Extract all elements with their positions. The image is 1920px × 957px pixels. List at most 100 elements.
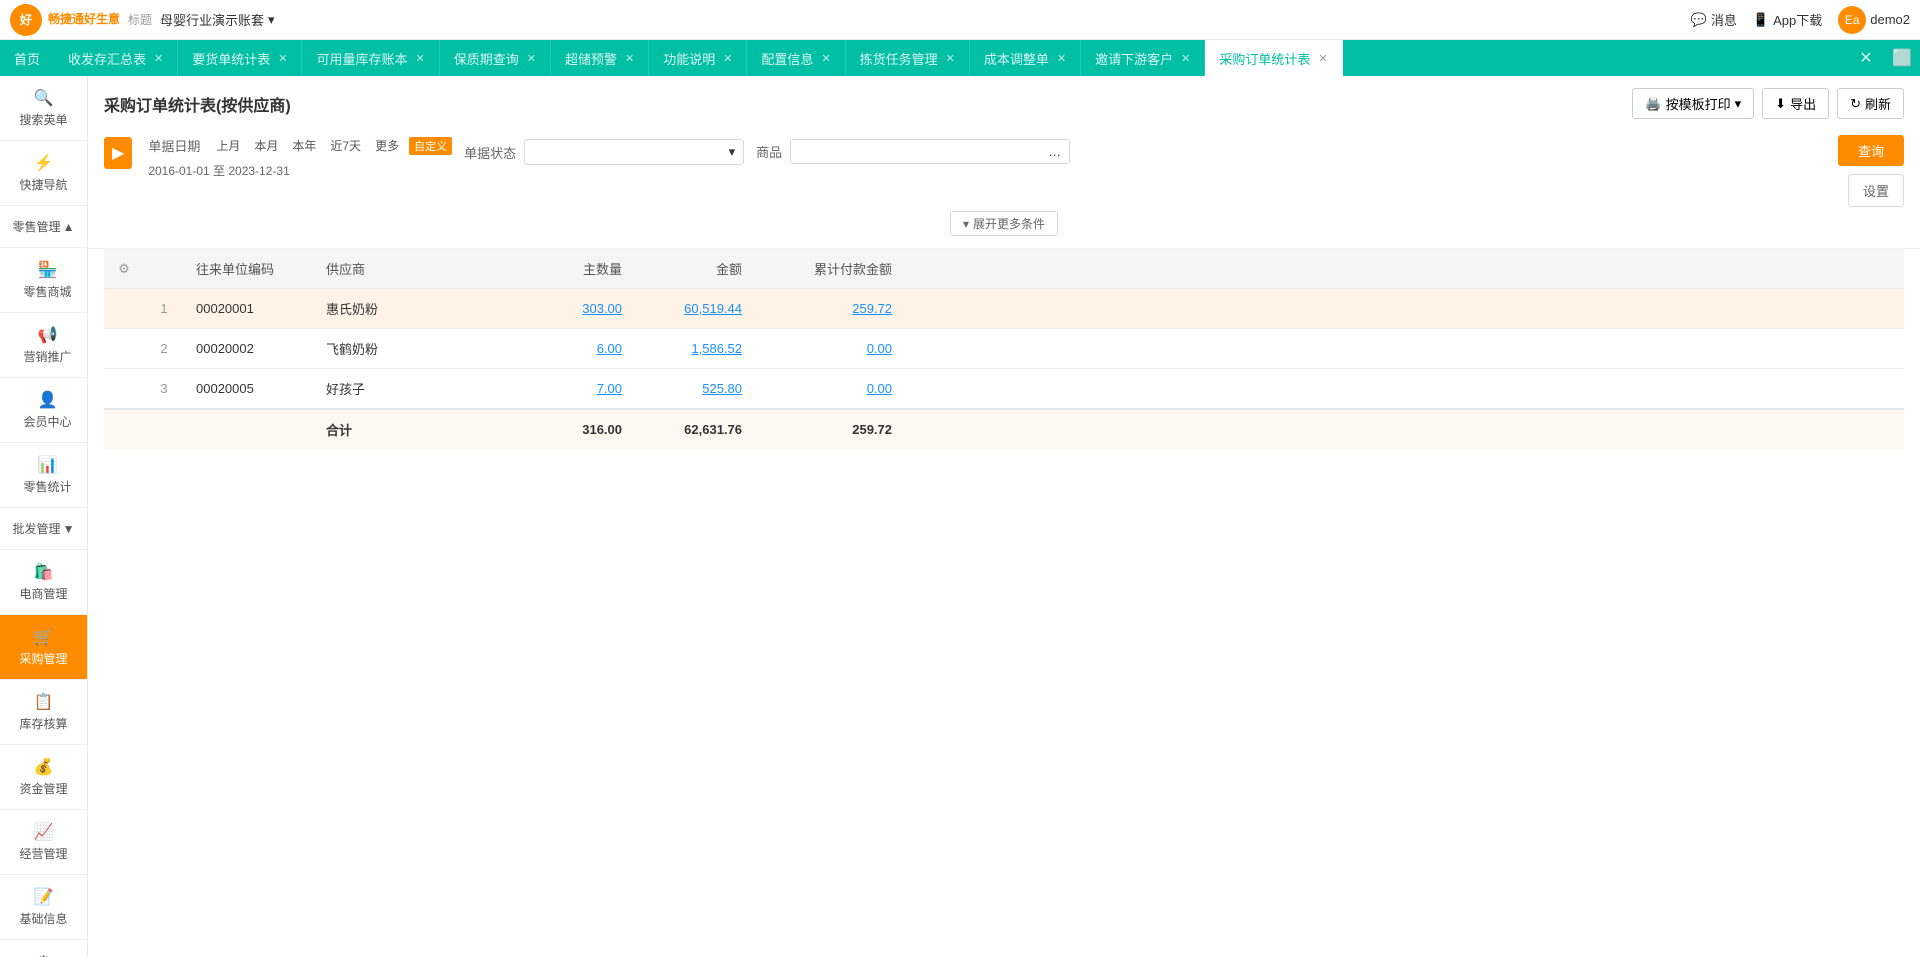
tab-purchase-summary[interactable]: 要货单统计表 ✕ (178, 40, 302, 76)
sidebar-item-member[interactable]: 👤 会员中心 (0, 378, 87, 443)
tab-receive-summary[interactable]: 收发存汇总表 ✕ (54, 40, 178, 76)
sidebar-item-marketing[interactable]: 📢 营销推广 (0, 313, 87, 378)
date-filter-label: 单据日期 (148, 136, 200, 155)
app-download-button[interactable]: 📱 App下载 (1753, 10, 1822, 29)
column-settings-icon[interactable]: ⚙ (118, 261, 130, 276)
expand-conditions-button[interactable]: ▾ 展开更多条件 (950, 211, 1058, 236)
tab-purchase-order-summary[interactable]: 采购订单统计表 ✕ (1205, 40, 1342, 76)
status-select[interactable]: ▾ (524, 139, 744, 165)
ecommerce-icon: 🛍️ (34, 562, 54, 582)
shortcut-this-year[interactable]: 本年 (288, 135, 320, 156)
date-range-value: 2016-01-01 至 2023-12-31 (148, 162, 289, 179)
message-icon: 💬 (1691, 12, 1707, 28)
settings-button[interactable]: 设置 (1848, 174, 1904, 207)
shortcut-this-month[interactable]: 本月 (250, 135, 282, 156)
tab-close-receive-summary[interactable]: ✕ (154, 52, 163, 65)
row2-supplier: 飞鹤奶粉 (314, 329, 514, 369)
top-bar: 好 畅捷通好生意 标题 母婴行业演示账套 ▾ 💬 消息 📱 App下载 Ea d… (0, 0, 1920, 40)
shortcut-7days[interactable]: 近7天 (326, 135, 365, 156)
row3-paid[interactable]: 0.00 (754, 369, 904, 410)
row2-paid[interactable]: 0.00 (754, 329, 904, 369)
footer-total-label: 合计 (314, 409, 514, 449)
workspace-selector[interactable]: 母婴行业演示账套 ▾ (160, 10, 275, 29)
row1-amount[interactable]: 60,519.44 (634, 289, 754, 329)
tab-config-info[interactable]: 配置信息 ✕ (747, 40, 845, 76)
row3-index: 3 (144, 369, 184, 410)
top-bar-left: 好 畅捷通好生意 标题 母婴行业演示账套 ▾ (10, 4, 275, 36)
sidebar-item-retail-mall[interactable]: 🏪 零售商城 (0, 248, 87, 313)
custom-date-tag: 自定义 (409, 137, 452, 155)
sidebar-item-inventory[interactable]: 📋 库存核算 (0, 680, 87, 745)
sidebar-item-quick-nav[interactable]: ⚡ 快捷导航 (0, 141, 87, 206)
sidebar-item-wholesale[interactable]: 批发管理 ▼ (0, 508, 87, 550)
export-button[interactable]: ⬇ 导出 (1762, 88, 1829, 119)
sidebar-item-retail[interactable]: 零售管理 ▲ (0, 206, 87, 248)
filter-actions: 查询 设置 (1818, 135, 1904, 207)
tab-expiry-query[interactable]: 保质期查询 ✕ (440, 40, 551, 76)
row2-amount[interactable]: 1,586.52 (634, 329, 754, 369)
main-layout: 🔍 搜索英单 ⚡ 快捷导航 零售管理 ▲ 🏪 零售商城 📢 营销推广 👤 会员中… (0, 76, 1920, 957)
data-table: ⚙ 往来单位编码 供应商 主数量 金额 累计付款金额 1 (104, 249, 1904, 449)
tab-available-stock[interactable]: 可用量库存账本 ✕ (302, 40, 439, 76)
tab-overstock-warning[interactable]: 超储预警 ✕ (551, 40, 649, 76)
tab-close-config-info[interactable]: ✕ (821, 52, 830, 65)
sidebar-item-system[interactable]: ⚙ 系统管理 (0, 940, 87, 957)
footer-label (184, 409, 314, 449)
marketing-icon: 📢 (38, 325, 58, 345)
tab-close-purchase-summary[interactable]: ✕ (278, 52, 287, 65)
row2-qty[interactable]: 6.00 (514, 329, 634, 369)
sidebar-item-finance[interactable]: 💰 资金管理 (0, 745, 87, 810)
tab-pickup-tasks[interactable]: 拣货任务管理 ✕ (846, 40, 970, 76)
row2-index: 2 (144, 329, 184, 369)
sidebar-item-ecommerce[interactable]: 🛍️ 电商管理 (0, 550, 87, 615)
template-print-button[interactable]: 🖨️ 按模板打印 ▾ (1632, 88, 1754, 119)
tab-close-cost-adjust[interactable]: ✕ (1057, 52, 1066, 65)
shortcut-last-month[interactable]: 上月 (212, 135, 244, 156)
date-filter-row: 单据日期 上月 本月 本年 近7天 更多 自定义 (148, 135, 452, 156)
row3-qty[interactable]: 7.00 (514, 369, 634, 410)
filter-toggle-button[interactable]: ▶ (104, 137, 132, 169)
row1-paid[interactable]: 259.72 (754, 289, 904, 329)
sidebar-item-purchase[interactable]: 🛒 采购管理 (0, 615, 87, 680)
close-tab-button[interactable]: ✕ (1848, 40, 1884, 76)
tab-close-function-desc[interactable]: ✕ (723, 52, 732, 65)
workspace-dropdown-icon[interactable]: ▾ (268, 12, 275, 28)
export-label: 导出 (1790, 94, 1816, 113)
tab-home[interactable]: 首页 (0, 40, 54, 76)
tab-close-available-stock[interactable]: ✕ (416, 52, 425, 65)
tab-function-desc[interactable]: 功能说明 ✕ (649, 40, 747, 76)
table-body: 1 00020001 惠氏奶粉 303.00 60,519.44 259.72 … (104, 289, 1904, 410)
content-area: 采购订单统计表(按供应商) 🖨️ 按模板打印 ▾ ⬇ 导出 ↻ 刷新 (88, 76, 1920, 957)
tab-close-overstock[interactable]: ✕ (625, 52, 634, 65)
tab-close-purchase-order[interactable]: ✕ (1318, 52, 1327, 65)
tab-invite-downstream[interactable]: 邀请下游客户 ✕ (1081, 40, 1205, 76)
col-paid-header: 累计付款金额 (754, 249, 904, 289)
row3-gear (104, 369, 144, 410)
sidebar-label-inventory: 库存核算 (19, 715, 67, 732)
row3-amount[interactable]: 525.80 (634, 369, 754, 410)
sidebar-item-operations[interactable]: 📈 经营管理 (0, 810, 87, 875)
page-header-actions: 🖨️ 按模板打印 ▾ ⬇ 导出 ↻ 刷新 (1632, 88, 1904, 119)
sidebar-item-basic-info[interactable]: 📝 基础信息 (0, 875, 87, 940)
tab-close-pickup-tasks[interactable]: ✕ (946, 52, 955, 65)
tab-close-expiry-query[interactable]: ✕ (527, 52, 536, 65)
goods-input[interactable]: … (790, 139, 1070, 164)
tab-cost-adjust[interactable]: 成本调整单 ✕ (970, 40, 1081, 76)
shortcut-more[interactable]: 更多 (371, 135, 403, 156)
sidebar-label-basic-info: 基础信息 (19, 910, 67, 927)
user-area[interactable]: Ea demo2 (1838, 6, 1910, 34)
refresh-button[interactable]: ↻ 刷新 (1837, 88, 1904, 119)
retail-stats-icon: 📊 (38, 455, 58, 475)
message-button[interactable]: 💬 消息 (1691, 10, 1737, 29)
maximize-button[interactable]: ⬜ (1884, 40, 1920, 76)
date-filter-group: 单据日期 上月 本月 本年 近7天 更多 自定义 2016-01-0 (148, 135, 452, 185)
tab-close-invite[interactable]: ✕ (1181, 52, 1190, 65)
query-button[interactable]: 查询 (1838, 135, 1904, 166)
sidebar-item-retail-stats[interactable]: 📊 零售统计 (0, 443, 87, 508)
sidebar-item-search[interactable]: 🔍 搜索英单 (0, 76, 87, 141)
app-download-label: App下载 (1773, 10, 1822, 29)
table-header-row: ⚙ 往来单位编码 供应商 主数量 金额 累计付款金额 (104, 249, 1904, 289)
row1-qty[interactable]: 303.00 (514, 289, 634, 329)
col-amount-header: 金额 (634, 249, 754, 289)
finance-icon: 💰 (34, 757, 54, 777)
